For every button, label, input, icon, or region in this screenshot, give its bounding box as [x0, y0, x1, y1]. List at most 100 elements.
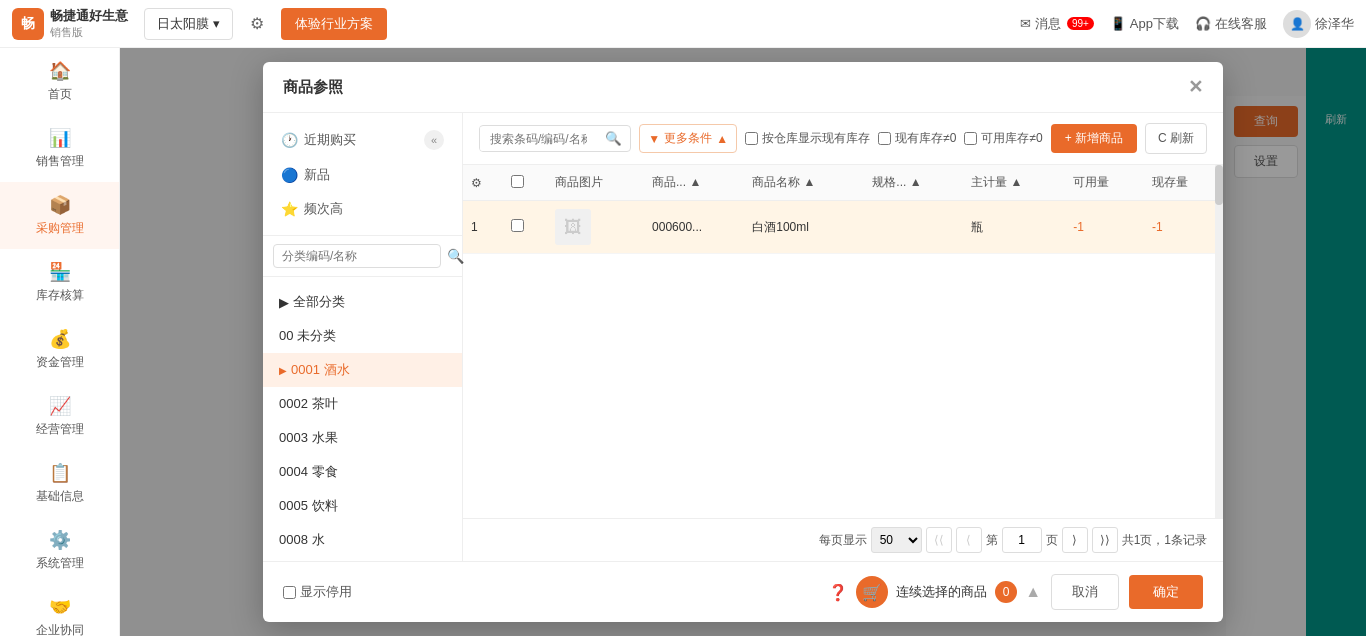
- show-disabled-label: 显示停用: [300, 583, 352, 601]
- checkbox-current-stock[interactable]: 现有库存≠0: [878, 130, 956, 147]
- col-unit-label: 主计量: [971, 175, 1007, 189]
- nav-selector[interactable]: 日太阳膜 ▾: [144, 8, 233, 40]
- sidebar: 🏠 首页 📊 销售管理 📦 采购管理 🏪 库存核算 💰 资金管理 📈 经营管理 …: [0, 48, 120, 636]
- confirm-button[interactable]: 确定: [1129, 575, 1203, 609]
- tab-frequent[interactable]: ⭐ 频次高: [271, 193, 454, 225]
- mobile-icon: 📱: [1110, 16, 1126, 31]
- col-spec[interactable]: 规格... ▲: [864, 165, 963, 201]
- product-search-input[interactable]: [480, 127, 597, 151]
- pagination: 每页显示 10 20 50 100 ⟨⟨ ⟨ 第 页 ⟩ ⟩⟩: [463, 518, 1223, 561]
- sidebar-item-collab[interactable]: 🤝 企业协同: [0, 584, 119, 636]
- col-checkbox[interactable]: [503, 165, 547, 201]
- finance-icon: 💰: [49, 328, 71, 350]
- nav-right: ✉ 消息 99+ 📱 App下载 🎧 在线客服 👤 徐泽华: [1020, 10, 1354, 38]
- col-unit[interactable]: 主计量 ▲: [963, 165, 1065, 201]
- collapse-button[interactable]: «: [424, 130, 444, 150]
- cart-icon[interactable]: 🛒: [856, 576, 888, 608]
- col-name[interactable]: 商品名称 ▲: [744, 165, 864, 201]
- category-search-input[interactable]: [273, 244, 441, 268]
- nav-online-service[interactable]: 🎧 在线客服: [1195, 15, 1267, 33]
- page-prev-button[interactable]: ⟨: [956, 527, 982, 553]
- table-row[interactable]: 1 🖼 000600... 白酒100ml 瓶 -1: [463, 201, 1223, 254]
- page-label: 第: [986, 532, 998, 549]
- scroll-track: [1215, 165, 1223, 518]
- sidebar-item-finance[interactable]: 💰 资金管理: [0, 316, 119, 383]
- modal-left-panel: 🕐 近期购买 « 🔵 新品 ⭐ 频次高: [263, 113, 463, 561]
- col-available: 可用量: [1065, 165, 1144, 201]
- tab-recent-purchase[interactable]: 🕐 近期购买 «: [271, 123, 454, 157]
- checkbox-available-stock[interactable]: 可用库存≠0: [964, 130, 1042, 147]
- sidebar-item-operation[interactable]: 📈 经营管理: [0, 383, 119, 450]
- per-page-select[interactable]: 10 20 50 100: [871, 527, 922, 553]
- sidebar-item-system[interactable]: ⚙️ 系统管理: [0, 517, 119, 584]
- cat-00[interactable]: 00 未分类: [263, 319, 462, 353]
- footer-collapse-icon[interactable]: ▲: [1025, 583, 1041, 601]
- logo-area: 畅 畅捷通好生意 销售版: [12, 7, 128, 40]
- experience-button[interactable]: 体验行业方案: [281, 8, 387, 40]
- sidebar-label-collab: 企业协同: [36, 622, 84, 636]
- page-last-button[interactable]: ⟩⟩: [1092, 527, 1118, 553]
- inventory-icon: 🏪: [49, 261, 71, 283]
- modal-overlay: 商品参照 ✕ 🕐 近期购买 « 🔵 新品: [120, 48, 1366, 636]
- page-first-button[interactable]: ⟨⟨: [926, 527, 952, 553]
- modal-close-button[interactable]: ✕: [1188, 76, 1203, 98]
- nav-user[interactable]: 👤 徐泽华: [1283, 10, 1354, 38]
- cat-0003[interactable]: 0003 水果: [263, 421, 462, 455]
- tab-new[interactable]: 🔵 新品: [271, 159, 454, 191]
- cat-0005[interactable]: 0005 饮料: [263, 489, 462, 523]
- avatar: 👤: [1283, 10, 1311, 38]
- sidebar-item-inventory[interactable]: 🏪 库存核算: [0, 249, 119, 316]
- cancel-button[interactable]: 取消: [1051, 574, 1119, 610]
- show-disabled-checkbox[interactable]: [283, 586, 296, 599]
- sidebar-label-system: 系统管理: [36, 555, 84, 572]
- sidebar-item-home[interactable]: 🏠 首页: [0, 48, 119, 115]
- page-next-button[interactable]: ⟩: [1062, 527, 1088, 553]
- sidebar-item-basic[interactable]: 📋 基础信息: [0, 450, 119, 517]
- sidebar-label-inventory: 库存核算: [36, 287, 84, 304]
- cat-all[interactable]: ▶ 全部分类: [263, 285, 462, 319]
- cat-0008[interactable]: 0008 水: [263, 523, 462, 557]
- row-stock: -1: [1144, 201, 1223, 254]
- total-pages-text: 共1页，1条记录: [1122, 532, 1207, 549]
- gear-icon[interactable]: ⚙: [241, 8, 273, 40]
- refresh-button[interactable]: C 刷新: [1145, 123, 1207, 154]
- select-all-checkbox[interactable]: [511, 175, 524, 188]
- col-code[interactable]: 商品... ▲: [644, 165, 744, 201]
- cat-0004[interactable]: 0004 零食: [263, 455, 462, 489]
- cat-label-all: 全部分类: [293, 293, 345, 311]
- nav-app-download[interactable]: 📱 App下载: [1110, 15, 1179, 33]
- cat-arrow-0001: ▶: [279, 365, 287, 376]
- sidebar-item-sales[interactable]: 📊 销售管理: [0, 115, 119, 182]
- row-checkbox[interactable]: [511, 219, 524, 232]
- checkbox-current-input[interactable]: [878, 132, 891, 145]
- scroll-thumb[interactable]: [1215, 165, 1223, 205]
- cat-0002[interactable]: 0002 茶叶: [263, 387, 462, 421]
- modal-footer: 显示停用 ❓ 🛒 连续选择的商品 0 ▲ 取消 确定: [263, 561, 1223, 622]
- checkbox-warehouse-input[interactable]: [745, 132, 758, 145]
- cart-label: 连续选择的商品: [896, 583, 987, 601]
- help-icon[interactable]: ❓: [828, 583, 848, 602]
- username-label: 徐泽华: [1315, 15, 1354, 33]
- col-stock: 现存量: [1144, 165, 1223, 201]
- row-name: 白酒100ml: [744, 201, 864, 254]
- more-filter-button[interactable]: ▼ 更多条件 ▲: [639, 124, 737, 153]
- cat-0001[interactable]: ▶ 0001 酒水: [263, 353, 462, 387]
- product-search-button[interactable]: 🔍: [597, 126, 630, 151]
- sidebar-item-purchase[interactable]: 📦 采购管理: [0, 182, 119, 249]
- add-product-button[interactable]: + 新增商品: [1051, 124, 1137, 153]
- product-search-row: 🔍: [479, 125, 631, 152]
- nav-notification[interactable]: ✉ 消息 99+: [1020, 15, 1094, 33]
- checkbox-warehouse-stock[interactable]: 按仓库显示现有库存: [745, 130, 870, 147]
- category-search-icon[interactable]: 🔍: [447, 248, 464, 264]
- checkbox-available-input[interactable]: [964, 132, 977, 145]
- logo-icon: 畅: [12, 8, 44, 40]
- checkbox-warehouse-label: 按仓库显示现有库存: [762, 130, 870, 147]
- cat-label-0003: 0003 水果: [279, 429, 338, 447]
- purchase-icon: 📦: [49, 194, 71, 216]
- col-name-label: 商品名称: [752, 175, 800, 189]
- row-checkbox-cell[interactable]: [503, 201, 547, 254]
- page-input[interactable]: [1002, 527, 1042, 553]
- checkbox-current-label: 现有库存≠0: [895, 130, 956, 147]
- col-settings[interactable]: ⚙: [463, 165, 503, 201]
- show-disabled-checkbox-label[interactable]: 显示停用: [283, 583, 352, 601]
